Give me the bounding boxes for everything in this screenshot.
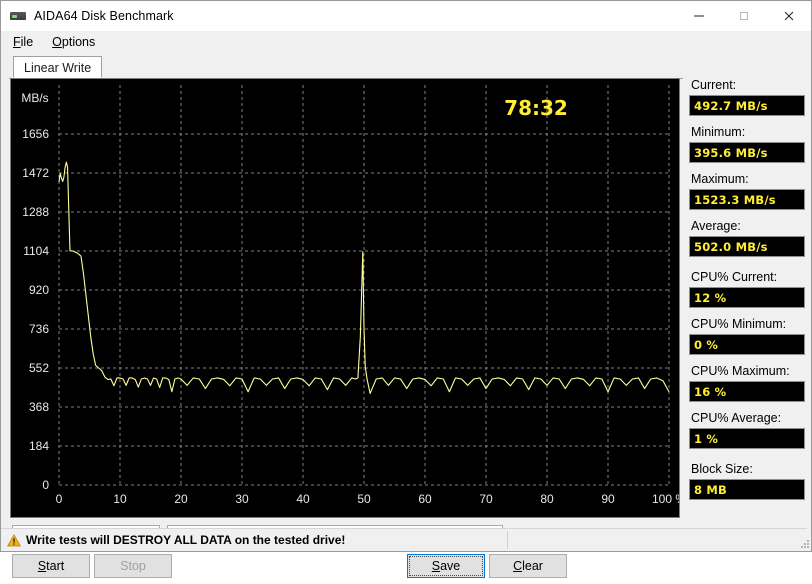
x-tick-label: 70 — [479, 492, 493, 506]
status-warning-text: Write tests will DESTROY ALL DATA on the… — [26, 533, 346, 547]
stat-label-cpu-minimum: CPU% Minimum: — [691, 317, 787, 331]
stat-value-maximum: 1523.3 MB/s — [694, 192, 776, 207]
menu-item-options-rest: ptions — [61, 35, 96, 49]
elapsed-timer: 78:32 — [504, 96, 568, 120]
x-tick-label: 60 — [418, 492, 432, 506]
stat-value-block-size: 8 MB — [694, 482, 728, 497]
y-tick-label: 0 — [42, 478, 49, 492]
y-tick-label: 184 — [29, 439, 49, 453]
start-button[interactable]: Start — [12, 554, 90, 578]
status-separator — [507, 531, 508, 549]
stat-label-cpu-average: CPU% Average: — [691, 411, 782, 425]
y-tick-label: 736 — [29, 322, 49, 336]
focus-ring — [409, 556, 483, 576]
stat-label-block-size: Block Size: — [691, 462, 753, 476]
x-tick-label: 0 — [56, 492, 63, 506]
stat-value-cpu-maximum: 16 % — [694, 384, 727, 399]
stat-label-cpu-maximum: CPU% Maximum: — [691, 364, 790, 378]
y-tick-label: 368 — [29, 400, 49, 414]
stat-box-cpu-maximum: 16 % — [689, 381, 805, 402]
x-tick-label: 80 — [540, 492, 554, 506]
y-tick-label: 552 — [29, 361, 49, 375]
window-controls — [676, 1, 811, 31]
chart-canvas: 1656 1472 1288 1104 920 736 552 368 184 0 0 10 20 30… — [11, 79, 679, 517]
statistics-panel: Current: 492.7 MB/s Minimum: 395.6 MB/s Maxi… — [689, 78, 805, 558]
x-tick-label: 10 — [113, 492, 127, 506]
tab-linear-write[interactable]: Linear Write — [13, 56, 103, 78]
stop-button-label: Stop — [120, 559, 146, 573]
stat-label-maximum: Maximum: — [691, 172, 749, 186]
stat-value-cpu-current: 12 % — [694, 290, 727, 305]
menu-bar: File Options — [1, 31, 811, 54]
stat-box-cpu-current: 12 % — [689, 287, 805, 308]
y-tick-label: 1104 — [23, 244, 49, 258]
stat-box-average: 502.0 MB/s — [689, 236, 805, 257]
menu-item-options[interactable]: Options — [48, 33, 104, 51]
stat-box-current: 492.7 MB/s — [689, 95, 805, 116]
stat-label-minimum: Minimum: — [691, 125, 746, 139]
stop-button: Stop — [94, 554, 172, 578]
warning-triangle-icon — [7, 533, 21, 547]
x-tick-label: 20 — [174, 492, 188, 506]
stat-box-maximum: 1523.3 MB/s — [689, 189, 805, 210]
minimize-button[interactable] — [676, 1, 721, 31]
stat-box-cpu-minimum: 0 % — [689, 334, 805, 355]
stat-value-current: 492.7 MB/s — [694, 98, 768, 113]
y-tick-label: 1472 — [22, 166, 49, 180]
x-tick-label: 100 % — [652, 492, 679, 506]
window-edge — [807, 84, 811, 529]
x-tick-label: 50 — [357, 492, 371, 506]
x-tick-label: 90 — [601, 492, 615, 506]
x-tick-label: 40 — [296, 492, 310, 506]
stat-label-cpu-current: CPU% Current: — [691, 270, 778, 284]
stat-label-average: Average: — [691, 219, 741, 233]
stat-label-current: Current: — [691, 78, 737, 92]
y-tick-label: 920 — [29, 283, 49, 297]
stat-value-cpu-minimum: 0 % — [694, 337, 719, 352]
stat-value-minimum: 395.6 MB/s — [694, 145, 768, 160]
menu-item-file[interactable]: File — [9, 33, 42, 51]
tab-strip: Linear Write — [9, 56, 683, 79]
disk-drive-icon — [9, 7, 27, 25]
title-bar: AIDA64 Disk Benchmark — [1, 1, 811, 31]
status-bar: Write tests will DESTROY ALL DATA on the… — [1, 528, 811, 551]
x-tick-label: 30 — [235, 492, 249, 506]
benchmark-chart: 1656 1472 1288 1104 920 736 552 368 184 0 0 10 20 30… — [10, 78, 680, 518]
aida64-disk-benchmark-window: AIDA64 Disk Benchmark File Options Linea… — [0, 0, 812, 578]
close-button[interactable] — [766, 1, 811, 31]
maximize-button[interactable] — [721, 1, 766, 31]
save-button[interactable]: Save — [407, 554, 485, 578]
y-tick-label: 1656 — [22, 127, 49, 141]
stat-box-cpu-average: 1 % — [689, 428, 805, 449]
stat-box-block-size: 8 MB — [689, 479, 805, 500]
window-title: AIDA64 Disk Benchmark — [34, 9, 174, 23]
menu-item-file-rest: ile — [20, 35, 34, 49]
main-content: Linear Write 1656 1472 1288 1104 920 736 552 36… — [1, 54, 811, 578]
resize-grip[interactable] — [797, 537, 811, 551]
stat-value-cpu-average: 1 % — [694, 431, 719, 446]
stat-box-minimum: 395.6 MB/s — [689, 142, 805, 163]
stat-value-average: 502.0 MB/s — [694, 239, 768, 254]
chart-y-axis-unit: MB/s — [21, 91, 48, 105]
y-tick-label: 1288 — [22, 205, 49, 219]
clear-button[interactable]: Clear — [489, 554, 567, 578]
